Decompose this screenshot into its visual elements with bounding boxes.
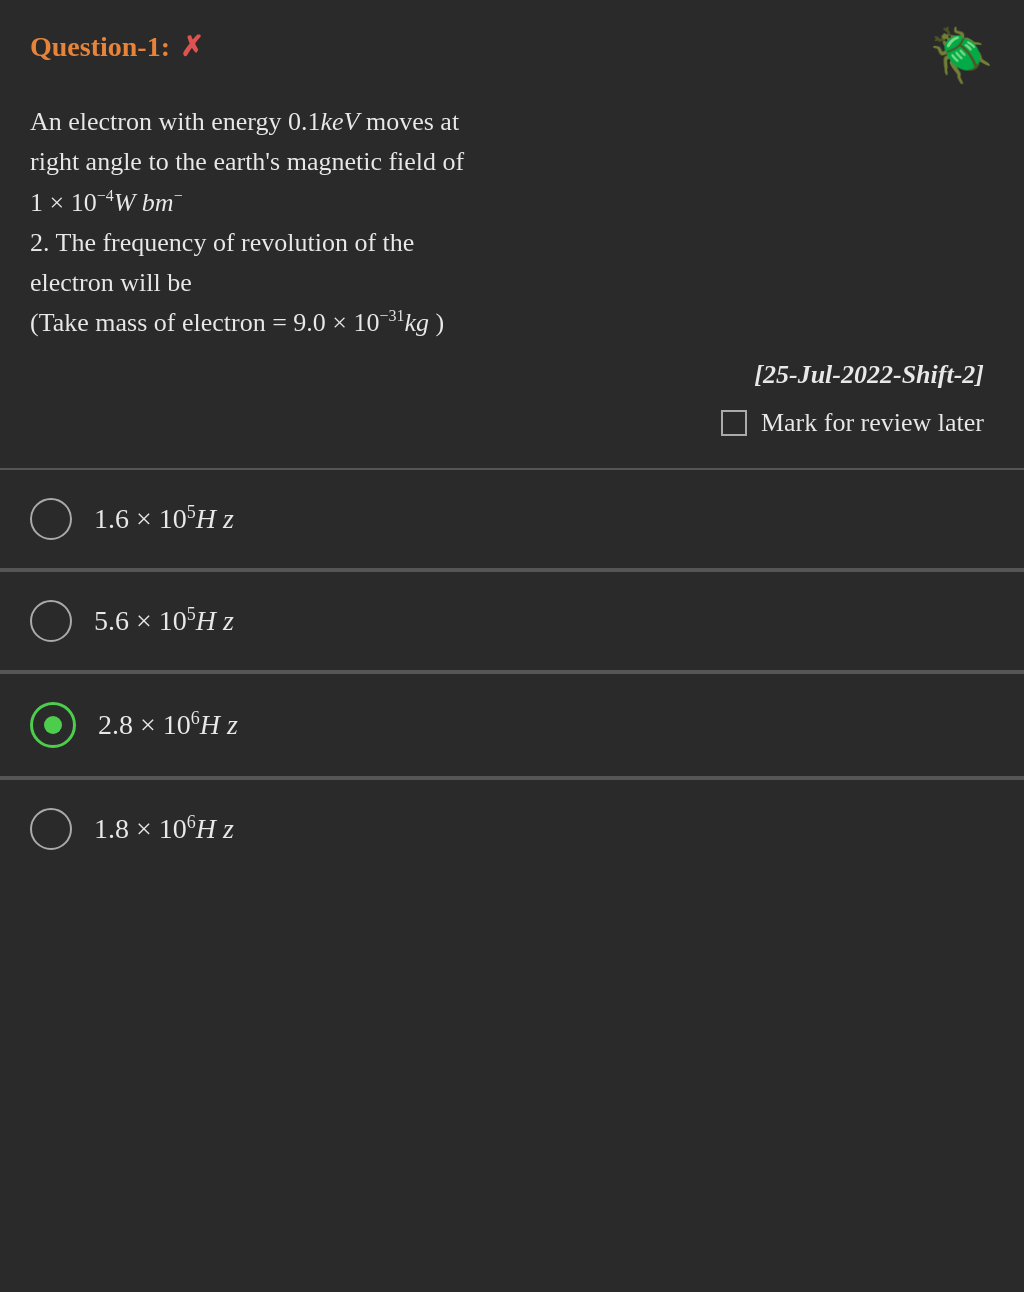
mark-review-row: Mark for review later — [30, 408, 994, 438]
option-text-1: 1.6 × 105H z — [94, 502, 234, 535]
radio-inner-2 — [42, 612, 60, 630]
option-text-3: 2.8 × 106H z — [98, 708, 238, 741]
radio-3[interactable] — [30, 702, 76, 748]
radio-1[interactable] — [30, 498, 72, 540]
question-title-text: Question-1: — [30, 31, 170, 63]
shift-label: [25-Jul-2022-Shift-2] — [30, 360, 994, 390]
mark-review-text: Mark for review later — [761, 408, 984, 438]
option-text-4: 1.8 × 106H z — [94, 812, 234, 845]
option-row-4[interactable]: 1.8 × 106H z — [0, 780, 1024, 878]
radio-inner-4 — [42, 820, 60, 838]
body-line4: 2. The frequency of revolution of the — [30, 228, 414, 257]
body-line3: 1 × 10−4W bm− — [30, 188, 183, 217]
radio-inner-1 — [42, 510, 60, 528]
option-row-1[interactable]: 1.6 × 105H z — [0, 470, 1024, 570]
question-incorrect-mark: ✗ — [180, 30, 203, 63]
option-row-3[interactable]: 2.8 × 106H z — [0, 674, 1024, 778]
radio-inner-3 — [44, 716, 62, 734]
bug-icon[interactable]: 🪲 — [929, 30, 994, 82]
question-header: Question-1: ✗ 🪲 — [30, 30, 994, 82]
option-row-2[interactable]: 5.6 × 105H z — [0, 572, 1024, 672]
radio-2[interactable] — [30, 600, 72, 642]
question-title: Question-1: ✗ — [30, 30, 203, 63]
body-line2: right angle to the earth's magnetic fiel… — [30, 147, 464, 176]
mark-review-checkbox[interactable] — [721, 410, 747, 436]
question-section: Question-1: ✗ 🪲 An electron with energy … — [0, 0, 1024, 468]
option-text-2: 5.6 × 105H z — [94, 604, 234, 637]
options-section: 1.6 × 105H z 5.6 × 105H z 2.8 × 106H z — [0, 470, 1024, 878]
body-line5: electron will be — [30, 268, 192, 297]
body-line1: An electron with energy 0.1keV moves at — [30, 107, 459, 136]
page-container: Question-1: ✗ 🪲 An electron with energy … — [0, 0, 1024, 1292]
body-line6: (Take mass of electron = 9.0 × 10−31kg ) — [30, 308, 444, 337]
radio-4[interactable] — [30, 808, 72, 850]
question-body: An electron with energy 0.1keV moves at … — [30, 102, 994, 344]
